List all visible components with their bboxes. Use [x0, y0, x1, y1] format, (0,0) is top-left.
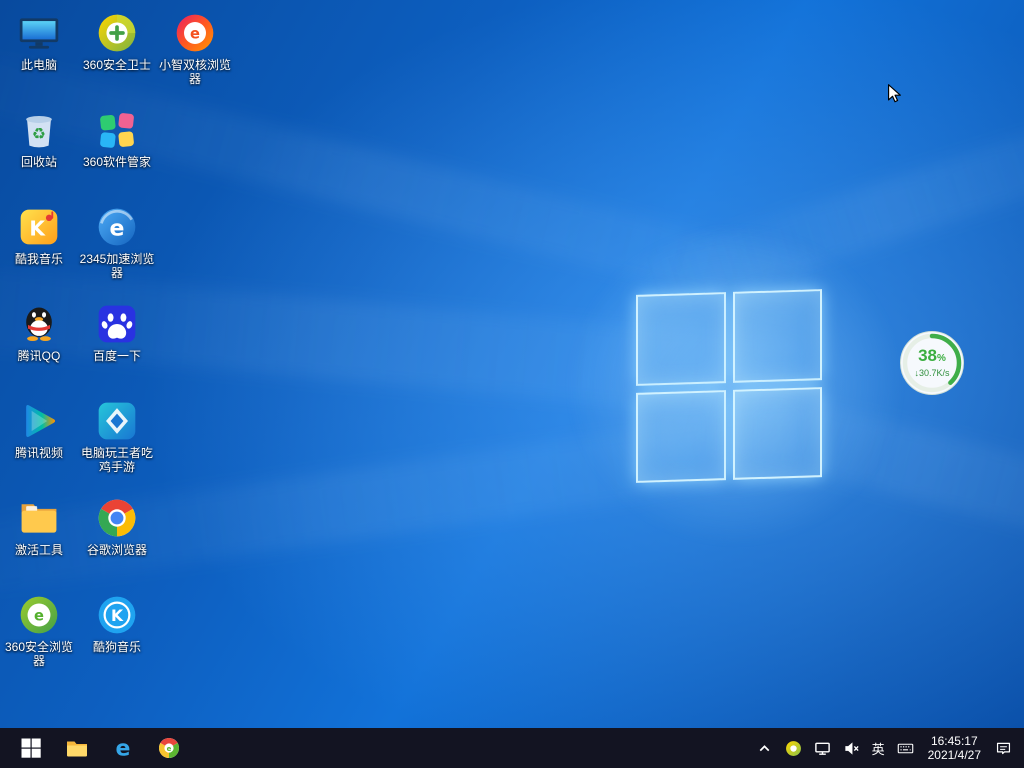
- desktop-icon-grid: 此电脑 ♻ 回收站 K 酷我音乐 腾讯QQ: [0, 8, 234, 687]
- 360-browser-icon: e: [17, 593, 61, 637]
- 360-speed-browser-icon: e: [157, 736, 181, 760]
- tray-360-icon-button[interactable]: [779, 728, 808, 768]
- tencent-video-icon: [17, 399, 61, 443]
- 360-software-manager-icon: [95, 108, 139, 152]
- svg-text:K: K: [29, 216, 46, 240]
- clock-date: 2021/4/27: [928, 748, 981, 762]
- icon-label: 回收站: [21, 155, 57, 169]
- icon-label: 小智双核浏览器: [157, 58, 233, 86]
- chrome-icon: [95, 496, 139, 540]
- svg-text:e: e: [190, 26, 200, 43]
- this-pc-icon: [17, 11, 61, 55]
- kuwo-music-icon: K: [17, 205, 61, 249]
- 360-safety-guard-icon: [95, 11, 139, 55]
- mouse-cursor: [884, 82, 906, 104]
- icon-label: 谷歌浏览器: [87, 543, 147, 557]
- download-percent: 38%: [918, 347, 946, 367]
- windows-logo-pane: [733, 387, 823, 480]
- action-center-icon: [995, 740, 1012, 757]
- icon-label: 360安全卫士: [83, 58, 151, 72]
- desktop-icon-game-emulator[interactable]: 电脑玩王者吃鸡手游: [78, 396, 156, 493]
- activation-tool-icon: [17, 496, 61, 540]
- desktop-icon-kuwo-music[interactable]: K 酷我音乐: [0, 202, 78, 299]
- desktop-icon-tencent-video[interactable]: 腾讯视频: [0, 396, 78, 493]
- desktop-icon-recycle-bin[interactable]: ♻ 回收站: [0, 105, 78, 202]
- svg-text:e: e: [34, 608, 44, 625]
- icon-label: 腾讯视频: [15, 446, 63, 460]
- 2345-browser-icon: e: [95, 205, 139, 249]
- 360-tray-icon: [785, 740, 802, 757]
- action-center-button[interactable]: [989, 728, 1024, 768]
- desktop-icon-baidu[interactable]: 百度一下: [78, 299, 156, 396]
- tray-ime-indicator[interactable]: 英: [866, 728, 891, 768]
- download-speed: ↓30.7K/s: [914, 367, 949, 379]
- edge-browser-icon: e: [111, 736, 135, 760]
- clock-time: 16:45:17: [928, 734, 981, 748]
- chevron-up-icon: [756, 740, 773, 757]
- icon-label: 此电脑: [21, 58, 57, 72]
- windows-logo-pane: [636, 390, 726, 483]
- taskbar: e e: [0, 728, 1024, 768]
- desktop-icon-xiaozhi-browser[interactable]: e 小智双核浏览器: [156, 8, 234, 105]
- desktop-icon-360-browser[interactable]: e 360安全浏览器: [0, 590, 78, 687]
- system-tray: 英 16:45:17 2021/4/27: [750, 728, 1024, 768]
- svg-text:e: e: [110, 216, 125, 241]
- desktop-icon-this-pc[interactable]: 此电脑: [0, 8, 78, 105]
- windows-logo-pane: [636, 292, 726, 385]
- game-emulator-icon: [95, 399, 139, 443]
- icon-label: 酷我音乐: [15, 252, 63, 266]
- volume-muted-icon: [843, 740, 860, 757]
- svg-text:e: e: [167, 745, 172, 753]
- taskbar-edge-button[interactable]: e: [100, 728, 146, 768]
- xiaozhi-browser-icon: e: [173, 11, 217, 55]
- icon-label: 腾讯QQ: [18, 349, 61, 363]
- tray-clock[interactable]: 16:45:17 2021/4/27: [920, 734, 989, 762]
- tray-touch-keyboard-button[interactable]: [891, 728, 920, 768]
- taskbar-app-area: e e: [0, 728, 192, 768]
- icon-label: 2345加速浏览器: [79, 252, 155, 280]
- baidu-icon: [95, 302, 139, 346]
- file-explorer-icon: [65, 736, 89, 760]
- start-button[interactable]: [8, 728, 54, 768]
- desktop-icon-tencent-qq[interactable]: 腾讯QQ: [0, 299, 78, 396]
- tray-show-hidden-icons[interactable]: [750, 728, 779, 768]
- keyboard-icon: [897, 740, 914, 757]
- desktop-icon-chrome[interactable]: 谷歌浏览器: [78, 493, 156, 590]
- windows-start-icon: [19, 736, 43, 760]
- icon-label: 360软件管家: [83, 155, 151, 169]
- icon-label: 电脑玩王者吃鸡手游: [79, 446, 155, 474]
- desktop-icon-activation-tool[interactable]: 激活工具: [0, 493, 78, 590]
- taskbar-file-explorer-button[interactable]: [54, 728, 100, 768]
- tray-volume-button[interactable]: [837, 728, 866, 768]
- tray-network-button[interactable]: [808, 728, 837, 768]
- desktop-icon-2345-browser[interactable]: e 2345加速浏览器: [78, 202, 156, 299]
- recycle-bin-icon: ♻: [17, 108, 61, 152]
- desktop-icon-360-safety-guard[interactable]: 360安全卫士: [78, 8, 156, 105]
- icon-label: 360安全浏览器: [1, 640, 77, 668]
- download-speed-widget[interactable]: 38% ↓30.7K/s: [899, 330, 965, 396]
- icon-label: 百度一下: [93, 349, 141, 363]
- windows-logo: [636, 289, 822, 483]
- kugou-music-icon: K: [95, 593, 139, 637]
- network-icon: [814, 740, 831, 757]
- icon-label: 激活工具: [15, 543, 63, 557]
- desktop-icon-360-software-manager[interactable]: 360软件管家: [78, 105, 156, 202]
- tencent-qq-icon: [17, 302, 61, 346]
- desktop-icon-kugou-music[interactable]: K 酷狗音乐: [78, 590, 156, 687]
- svg-text:♻: ♻: [32, 125, 46, 143]
- svg-text:e: e: [116, 737, 131, 761]
- svg-text:K: K: [111, 607, 124, 625]
- icon-label: 酷狗音乐: [93, 640, 141, 654]
- taskbar-360-speed-browser-button[interactable]: e: [146, 728, 192, 768]
- windows-logo-pane: [733, 289, 823, 382]
